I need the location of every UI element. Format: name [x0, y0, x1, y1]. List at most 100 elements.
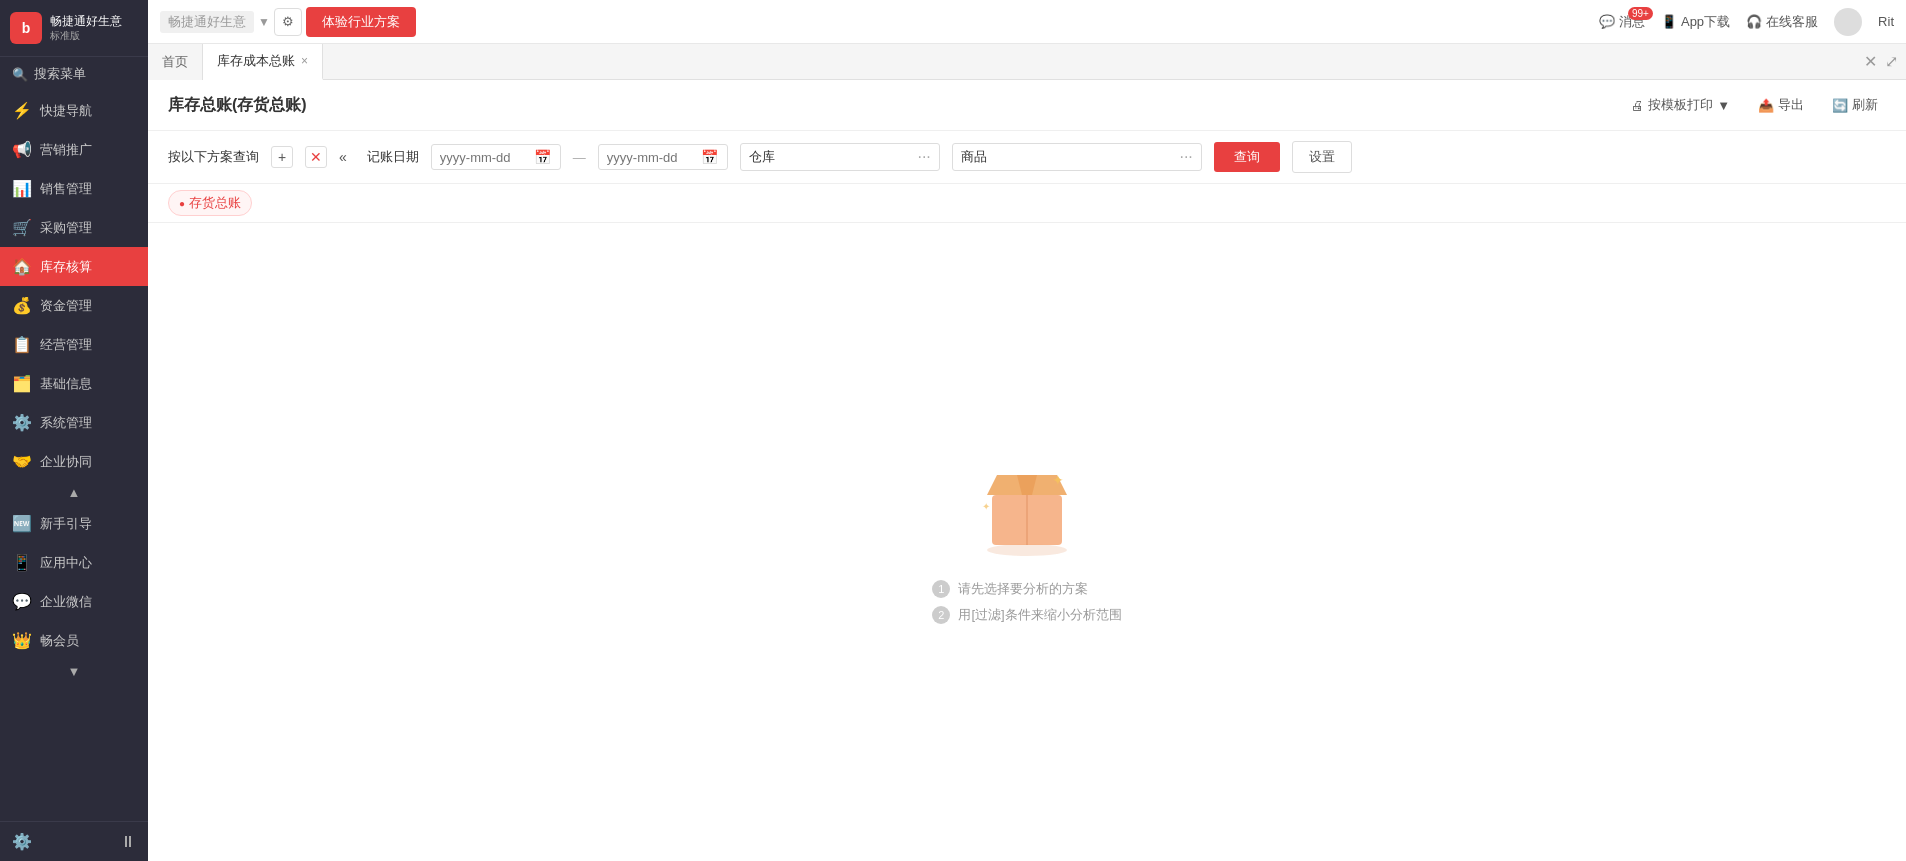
refresh-icon: 🔄: [1832, 98, 1848, 113]
sidebar-item-guide[interactable]: 🆕 新手引导: [0, 504, 148, 543]
sidebar-item-marketing[interactable]: 📢 营销推广: [0, 130, 148, 169]
sidebar-item-sales[interactable]: 📊 销售管理: [0, 169, 148, 208]
topbar-right: 💬 消息 99+ 📱 App下载 🎧 在线客服 Rit: [1599, 8, 1894, 36]
page-actions: 🖨 按模板打印 ▼ 📤 导出 🔄 刷新: [1623, 92, 1886, 118]
logo-text: 畅捷通好生意 标准版: [50, 14, 122, 43]
industry-btn[interactable]: 体验行业方案: [306, 7, 416, 37]
quick-nav-icon: ⚡: [12, 101, 32, 120]
svg-point-0: [987, 544, 1067, 556]
hint-num-1: 1: [932, 580, 950, 598]
breadcrumb-text: 畅捷通好生意: [160, 11, 254, 33]
date-to-input[interactable]: 📅: [598, 144, 728, 170]
sidebar-item-enterprise[interactable]: 🤝 企业协同: [0, 442, 148, 481]
empty-state: ✦ ✦ 1 请先选择要分析的方案 2 用[过滤]条件来缩小分析范围: [932, 460, 1121, 624]
filter-label: 按以下方案查询: [168, 148, 259, 166]
sidebar-footer: ⚙️ ⏸: [0, 821, 148, 861]
search-menu[interactable]: 🔍 搜索菜单: [0, 57, 148, 91]
finance-icon: 💰: [12, 296, 32, 315]
tab-home[interactable]: 首页: [148, 44, 203, 80]
app-logo: b 畅捷通好生意 标准版: [0, 0, 148, 57]
page-header: 库存总账(存货总账) 🖨 按模板打印 ▼ 📤 导出 🔄 刷新: [148, 80, 1906, 131]
scroll-down-btn[interactable]: ▼: [0, 660, 148, 683]
online-service-btn[interactable]: 🎧 在线客服: [1746, 13, 1818, 31]
sidebar-item-system[interactable]: ⚙️ 系统管理: [0, 403, 148, 442]
sidebar-item-member[interactable]: 👑 畅会员: [0, 621, 148, 660]
close-panel-btn[interactable]: ✕: [1864, 52, 1877, 71]
settings-icon[interactable]: ⚙️: [12, 832, 32, 851]
enterprise-icon: 🤝: [12, 452, 32, 471]
page-title: 库存总账(存货总账): [168, 95, 307, 116]
sidebar-item-finance[interactable]: 💰 资金管理: [0, 286, 148, 325]
search-icon: 🔍: [12, 67, 28, 82]
system-icon: ⚙️: [12, 413, 32, 432]
date-to-field[interactable]: [607, 150, 697, 165]
filter-arrow-icon[interactable]: «: [339, 149, 347, 165]
tab-inventory-cost[interactable]: 库存成本总账 ×: [203, 44, 323, 80]
svg-text:✦: ✦: [1052, 472, 1064, 488]
logo-icon: b: [10, 12, 42, 44]
headset-icon: 🎧: [1746, 14, 1762, 29]
sidebar: b 畅捷通好生意 标准版 🔍 搜索菜单 ⚡ 快捷导航 📢 营销推广 📊 销售管理…: [0, 0, 148, 861]
app-download-btn[interactable]: 📱 App下载: [1661, 13, 1730, 31]
refresh-btn[interactable]: 🔄 刷新: [1824, 92, 1886, 118]
sidebar-nav: ⚡ 快捷导航 📢 营销推广 📊 销售管理 🛒 采购管理 🏠 库存核算 💰 资金管…: [0, 91, 148, 821]
sidebar-item-operations[interactable]: 📋 经营管理: [0, 325, 148, 364]
toggle-icon[interactable]: ⏸: [120, 833, 136, 851]
date-separator: —: [573, 150, 586, 165]
settings-button[interactable]: 设置: [1292, 141, 1352, 173]
query-button[interactable]: 查询: [1214, 142, 1280, 172]
date-from-input[interactable]: 📅: [431, 144, 561, 170]
inventory-icon: 🏠: [12, 257, 32, 276]
app-center-icon: 📱: [12, 553, 32, 572]
chevron-down-icon: ▼: [258, 15, 270, 29]
tabs-bar: 首页 库存成本总账 × ✕ ⤢: [148, 44, 1906, 80]
sidebar-item-quick-nav[interactable]: ⚡ 快捷导航: [0, 91, 148, 130]
guide-icon: 🆕: [12, 514, 32, 533]
warehouse-more-btn[interactable]: ···: [917, 148, 930, 166]
member-icon: 👑: [12, 631, 32, 650]
hint-num-2: 2: [932, 606, 950, 624]
avatar: [1834, 8, 1862, 36]
print-btn[interactable]: 🖨 按模板打印 ▼: [1623, 92, 1738, 118]
sidebar-item-basic-info[interactable]: 🗂️ 基础信息: [0, 364, 148, 403]
date-label: 记账日期: [367, 148, 419, 166]
warehouse-input[interactable]: 仓库 ···: [740, 143, 940, 171]
wechat-icon: 💬: [12, 592, 32, 611]
goods-input[interactable]: 商品 ···: [952, 143, 1202, 171]
hint-2: 2 用[过滤]条件来缩小分析范围: [932, 606, 1121, 624]
topbar: 畅捷通好生意 ▼ ⚙ 体验行业方案 💬 消息 99+ 📱 App下载 🎧 在线客…: [148, 0, 1906, 44]
filter-add-btn[interactable]: +: [271, 146, 293, 168]
sidebar-item-purchase[interactable]: 🛒 采购管理: [0, 208, 148, 247]
goods-more-btn[interactable]: ···: [1179, 148, 1192, 166]
scheme-dot-icon: ●: [179, 198, 185, 209]
breadcrumb: 畅捷通好生意 ▼ ⚙ 体验行业方案: [160, 7, 1591, 37]
filter-collapse-btn[interactable]: ✕: [305, 146, 327, 168]
sales-icon: 📊: [12, 179, 32, 198]
svg-text:✦: ✦: [982, 501, 990, 512]
filter-bar: 按以下方案查询 + ✕ « 记账日期 📅 — 📅 仓库 ··· 商品 ··· 查…: [148, 131, 1906, 184]
print-dropdown-icon: ▼: [1717, 98, 1730, 113]
scheme-item[interactable]: ● 存货总账: [168, 190, 252, 216]
calendar-to-icon[interactable]: 📅: [701, 149, 718, 165]
scroll-up-btn[interactable]: ▲: [0, 481, 148, 504]
basic-info-icon: 🗂️: [12, 374, 32, 393]
tab-close-btn[interactable]: ×: [301, 54, 308, 68]
sidebar-item-app-center[interactable]: 📱 应用中心: [0, 543, 148, 582]
date-from-field[interactable]: [440, 150, 530, 165]
sidebar-item-wechat[interactable]: 💬 企业微信: [0, 582, 148, 621]
export-btn[interactable]: 📤 导出: [1750, 92, 1812, 118]
resize-panel-btn[interactable]: ⤢: [1885, 52, 1898, 71]
scheme-row: ● 存货总账: [148, 184, 1906, 223]
gear-button[interactable]: ⚙: [274, 8, 302, 36]
export-icon: 📤: [1758, 98, 1774, 113]
app-download-icon: 📱: [1661, 14, 1677, 29]
sidebar-item-inventory[interactable]: 🏠 库存核算: [0, 247, 148, 286]
empty-hints: 1 请先选择要分析的方案 2 用[过滤]条件来缩小分析范围: [932, 580, 1121, 624]
print-icon: 🖨: [1631, 98, 1644, 113]
tab-actions: ✕ ⤢: [1864, 52, 1906, 71]
empty-illustration: ✦ ✦: [967, 460, 1087, 560]
content-area: ✦ ✦ 1 请先选择要分析的方案 2 用[过滤]条件来缩小分析范围: [148, 223, 1906, 861]
message-btn[interactable]: 💬 消息 99+: [1599, 13, 1645, 31]
hint-1: 1 请先选择要分析的方案: [932, 580, 1121, 598]
calendar-from-icon[interactable]: 📅: [534, 149, 551, 165]
